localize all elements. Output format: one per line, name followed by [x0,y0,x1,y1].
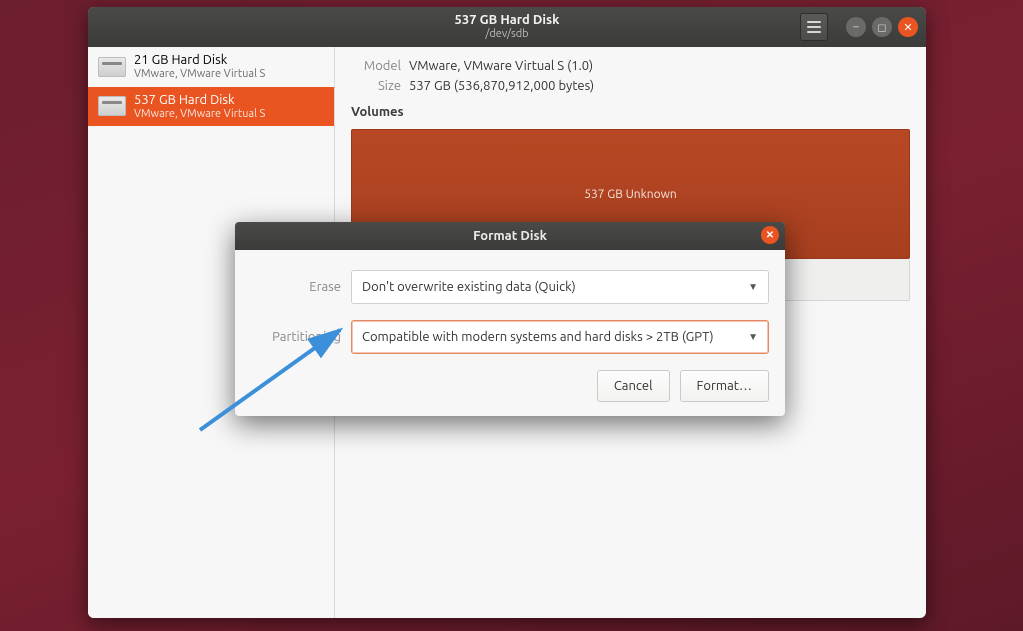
size-value: 537 GB (536,870,912,000 bytes) [409,79,594,93]
cancel-button[interactable]: Cancel [597,370,670,402]
model-value: VMware, VMware Virtual S (1.0) [409,59,593,73]
format-button[interactable]: Format… [680,370,769,402]
partitioning-label: Partitioning [251,330,341,344]
chevron-down-icon: ▼ [748,281,758,293]
partitioning-combo[interactable]: Compatible with modern systems and hard … [351,320,769,354]
chevron-down-icon: ▼ [748,331,758,343]
erase-value: Don't overwrite existing data (Quick) [362,280,576,294]
erase-label: Erase [251,280,341,294]
disk-subtitle: VMware, VMware Virtual S [134,68,265,81]
dialog-title: Format Disk [473,229,547,243]
size-label: Size [351,79,401,93]
dialog-titlebar: Format Disk ✕ [235,222,785,250]
sidebar-item-disk-1[interactable]: 537 GB Hard Disk VMware, VMware Virtual … [88,87,334,127]
close-button[interactable]: ✕ [898,17,918,37]
minimize-button[interactable]: – [846,17,866,37]
model-label: Model [351,59,401,73]
menu-button[interactable] [800,13,828,41]
disk-title: 21 GB Hard Disk [134,53,265,68]
format-disk-dialog: Format Disk ✕ Erase Don't overwrite exis… [235,222,785,416]
sidebar-item-disk-0[interactable]: 21 GB Hard Disk VMware, VMware Virtual S [88,47,334,87]
disk-subtitle: VMware, VMware Virtual S [134,108,265,121]
dialog-close-button[interactable]: ✕ [761,226,779,244]
volumes-heading: Volumes [351,105,910,119]
titlebar: 537 GB Hard Disk /dev/sdb – ◻ ✕ [88,7,926,47]
partitioning-value: Compatible with modern systems and hard … [362,330,714,344]
maximize-button[interactable]: ◻ [872,17,892,37]
hdd-icon [98,96,126,116]
disk-title: 537 GB Hard Disk [134,93,265,108]
volume-text: 537 GB Unknown [584,188,677,201]
hdd-icon [98,57,126,77]
erase-combo[interactable]: Don't overwrite existing data (Quick) ▼ [351,270,769,304]
